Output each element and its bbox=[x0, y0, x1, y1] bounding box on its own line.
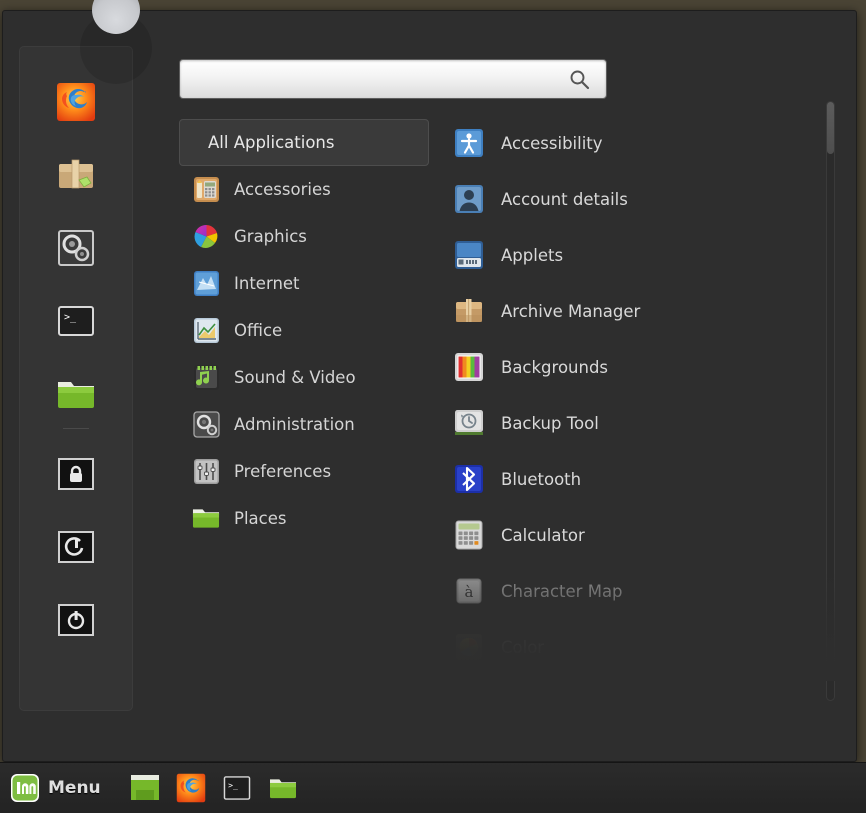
firefox-launcher[interactable] bbox=[52, 79, 100, 125]
firefox-taskbar-launcher[interactable] bbox=[171, 768, 211, 808]
application-list-scrollbar[interactable] bbox=[826, 101, 835, 701]
linux-mint-logo-icon bbox=[11, 774, 39, 802]
app-label: Archive Manager bbox=[501, 301, 641, 321]
category-list: All Applications Accessories Graphics In… bbox=[179, 119, 429, 542]
category-sound-and-video[interactable]: Sound & Video bbox=[179, 354, 429, 401]
app-label: Applets bbox=[501, 245, 564, 265]
app-item-color[interactable]: Color bbox=[443, 619, 823, 675]
color-icon bbox=[453, 631, 485, 663]
application-menu-window: >_ All Applications Accessories Graphics… bbox=[2, 10, 857, 762]
category-label: Places bbox=[234, 509, 287, 528]
logout-button[interactable] bbox=[52, 524, 100, 570]
calculator-icon bbox=[453, 519, 485, 551]
category-office[interactable]: Office bbox=[179, 307, 429, 354]
svg-text:à: à bbox=[465, 583, 474, 601]
category-preferences[interactable]: Preferences bbox=[179, 448, 429, 495]
category-label: Preferences bbox=[234, 462, 332, 481]
folder-icon bbox=[269, 779, 296, 799]
app-item-backgrounds[interactable]: Backgrounds bbox=[443, 339, 823, 395]
app-label: Backup Tool bbox=[501, 413, 599, 433]
backgrounds-icon bbox=[453, 351, 485, 383]
software-manager-launcher[interactable] bbox=[52, 152, 100, 198]
terminal-icon: >_ bbox=[58, 306, 94, 336]
category-label: Sound & Video bbox=[234, 368, 356, 387]
terminal-taskbar-launcher[interactable]: >_ bbox=[217, 768, 257, 808]
firefox-icon bbox=[176, 773, 205, 803]
app-label: Calculator bbox=[501, 525, 585, 545]
category-all-applications[interactable]: All Applications bbox=[179, 119, 429, 166]
category-label: Internet bbox=[234, 274, 300, 293]
accessories-icon bbox=[192, 176, 220, 204]
category-label: Accessories bbox=[234, 180, 331, 199]
app-label: Character Map bbox=[501, 581, 623, 601]
svg-text:>_: >_ bbox=[228, 780, 238, 790]
applets-icon bbox=[453, 239, 485, 271]
app-label: Accessibility bbox=[501, 133, 603, 153]
multimedia-icon bbox=[192, 364, 220, 392]
internet-icon bbox=[192, 270, 220, 298]
system-settings-launcher[interactable] bbox=[52, 225, 100, 271]
search-icon[interactable] bbox=[568, 68, 590, 90]
app-item-applets[interactable]: Applets bbox=[443, 227, 823, 283]
app-label: Color bbox=[501, 637, 545, 657]
app-item-bluetooth[interactable]: Bluetooth bbox=[443, 451, 823, 507]
lock-screen-button[interactable] bbox=[52, 451, 100, 497]
app-label: Bluetooth bbox=[501, 469, 582, 489]
files-taskbar-launcher[interactable] bbox=[263, 768, 303, 808]
graphics-icon bbox=[192, 223, 220, 251]
search-input[interactable] bbox=[200, 60, 568, 98]
category-accessories[interactable]: Accessories bbox=[179, 166, 429, 213]
favorites-sidebar: >_ bbox=[19, 46, 133, 711]
logout-icon bbox=[58, 531, 94, 563]
terminal-icon: >_ bbox=[223, 776, 250, 800]
application-list[interactable]: Accessibility Account details Applets Ar… bbox=[443, 115, 823, 675]
preferences-icon bbox=[192, 458, 220, 486]
favorites-separator bbox=[63, 428, 89, 429]
user-icon bbox=[453, 183, 485, 215]
category-label: Office bbox=[234, 321, 283, 340]
app-label: Backgrounds bbox=[501, 357, 609, 377]
package-icon bbox=[59, 159, 93, 189]
category-label: Administration bbox=[234, 415, 355, 434]
category-administration[interactable]: Administration bbox=[179, 401, 429, 448]
office-icon bbox=[192, 317, 220, 345]
search-box[interactable] bbox=[179, 59, 607, 99]
show-desktop-icon bbox=[130, 775, 159, 800]
taskbar: Menu >_ bbox=[0, 762, 866, 813]
app-label: Account details bbox=[501, 189, 628, 209]
app-item-accessibility[interactable]: Accessibility bbox=[443, 115, 823, 171]
files-launcher[interactable] bbox=[52, 371, 100, 417]
svg-text:>_: >_ bbox=[64, 312, 77, 323]
category-label: All Applications bbox=[208, 133, 335, 152]
quit-button[interactable] bbox=[52, 597, 100, 643]
menu-button[interactable]: Menu bbox=[6, 768, 111, 808]
archive-icon bbox=[453, 295, 485, 327]
accessibility-icon bbox=[453, 127, 485, 159]
app-item-account-details[interactable]: Account details bbox=[443, 171, 823, 227]
lock-icon bbox=[58, 458, 94, 490]
category-places[interactable]: Places bbox=[179, 495, 429, 542]
charmap-icon: à bbox=[453, 575, 485, 607]
search-row bbox=[179, 59, 607, 99]
power-icon bbox=[58, 604, 94, 636]
places-icon bbox=[192, 505, 220, 533]
category-internet[interactable]: Internet bbox=[179, 260, 429, 307]
show-desktop-launcher[interactable] bbox=[125, 768, 165, 808]
firefox-icon bbox=[57, 83, 95, 121]
app-item-backup-tool[interactable]: Backup Tool bbox=[443, 395, 823, 451]
gears-icon bbox=[58, 230, 94, 266]
folder-icon bbox=[58, 382, 94, 408]
scrollbar-thumb[interactable] bbox=[827, 102, 834, 154]
app-item-calculator[interactable]: Calculator bbox=[443, 507, 823, 563]
app-item-character-map[interactable]: à Character Map bbox=[443, 563, 823, 619]
admin-icon bbox=[192, 411, 220, 439]
category-graphics[interactable]: Graphics bbox=[179, 213, 429, 260]
menu-button-label: Menu bbox=[48, 778, 101, 798]
bluetooth-icon bbox=[453, 463, 485, 495]
category-label: Graphics bbox=[234, 227, 307, 246]
backup-icon bbox=[453, 407, 485, 439]
terminal-launcher[interactable]: >_ bbox=[52, 298, 100, 344]
app-item-archive-manager[interactable]: Archive Manager bbox=[443, 283, 823, 339]
